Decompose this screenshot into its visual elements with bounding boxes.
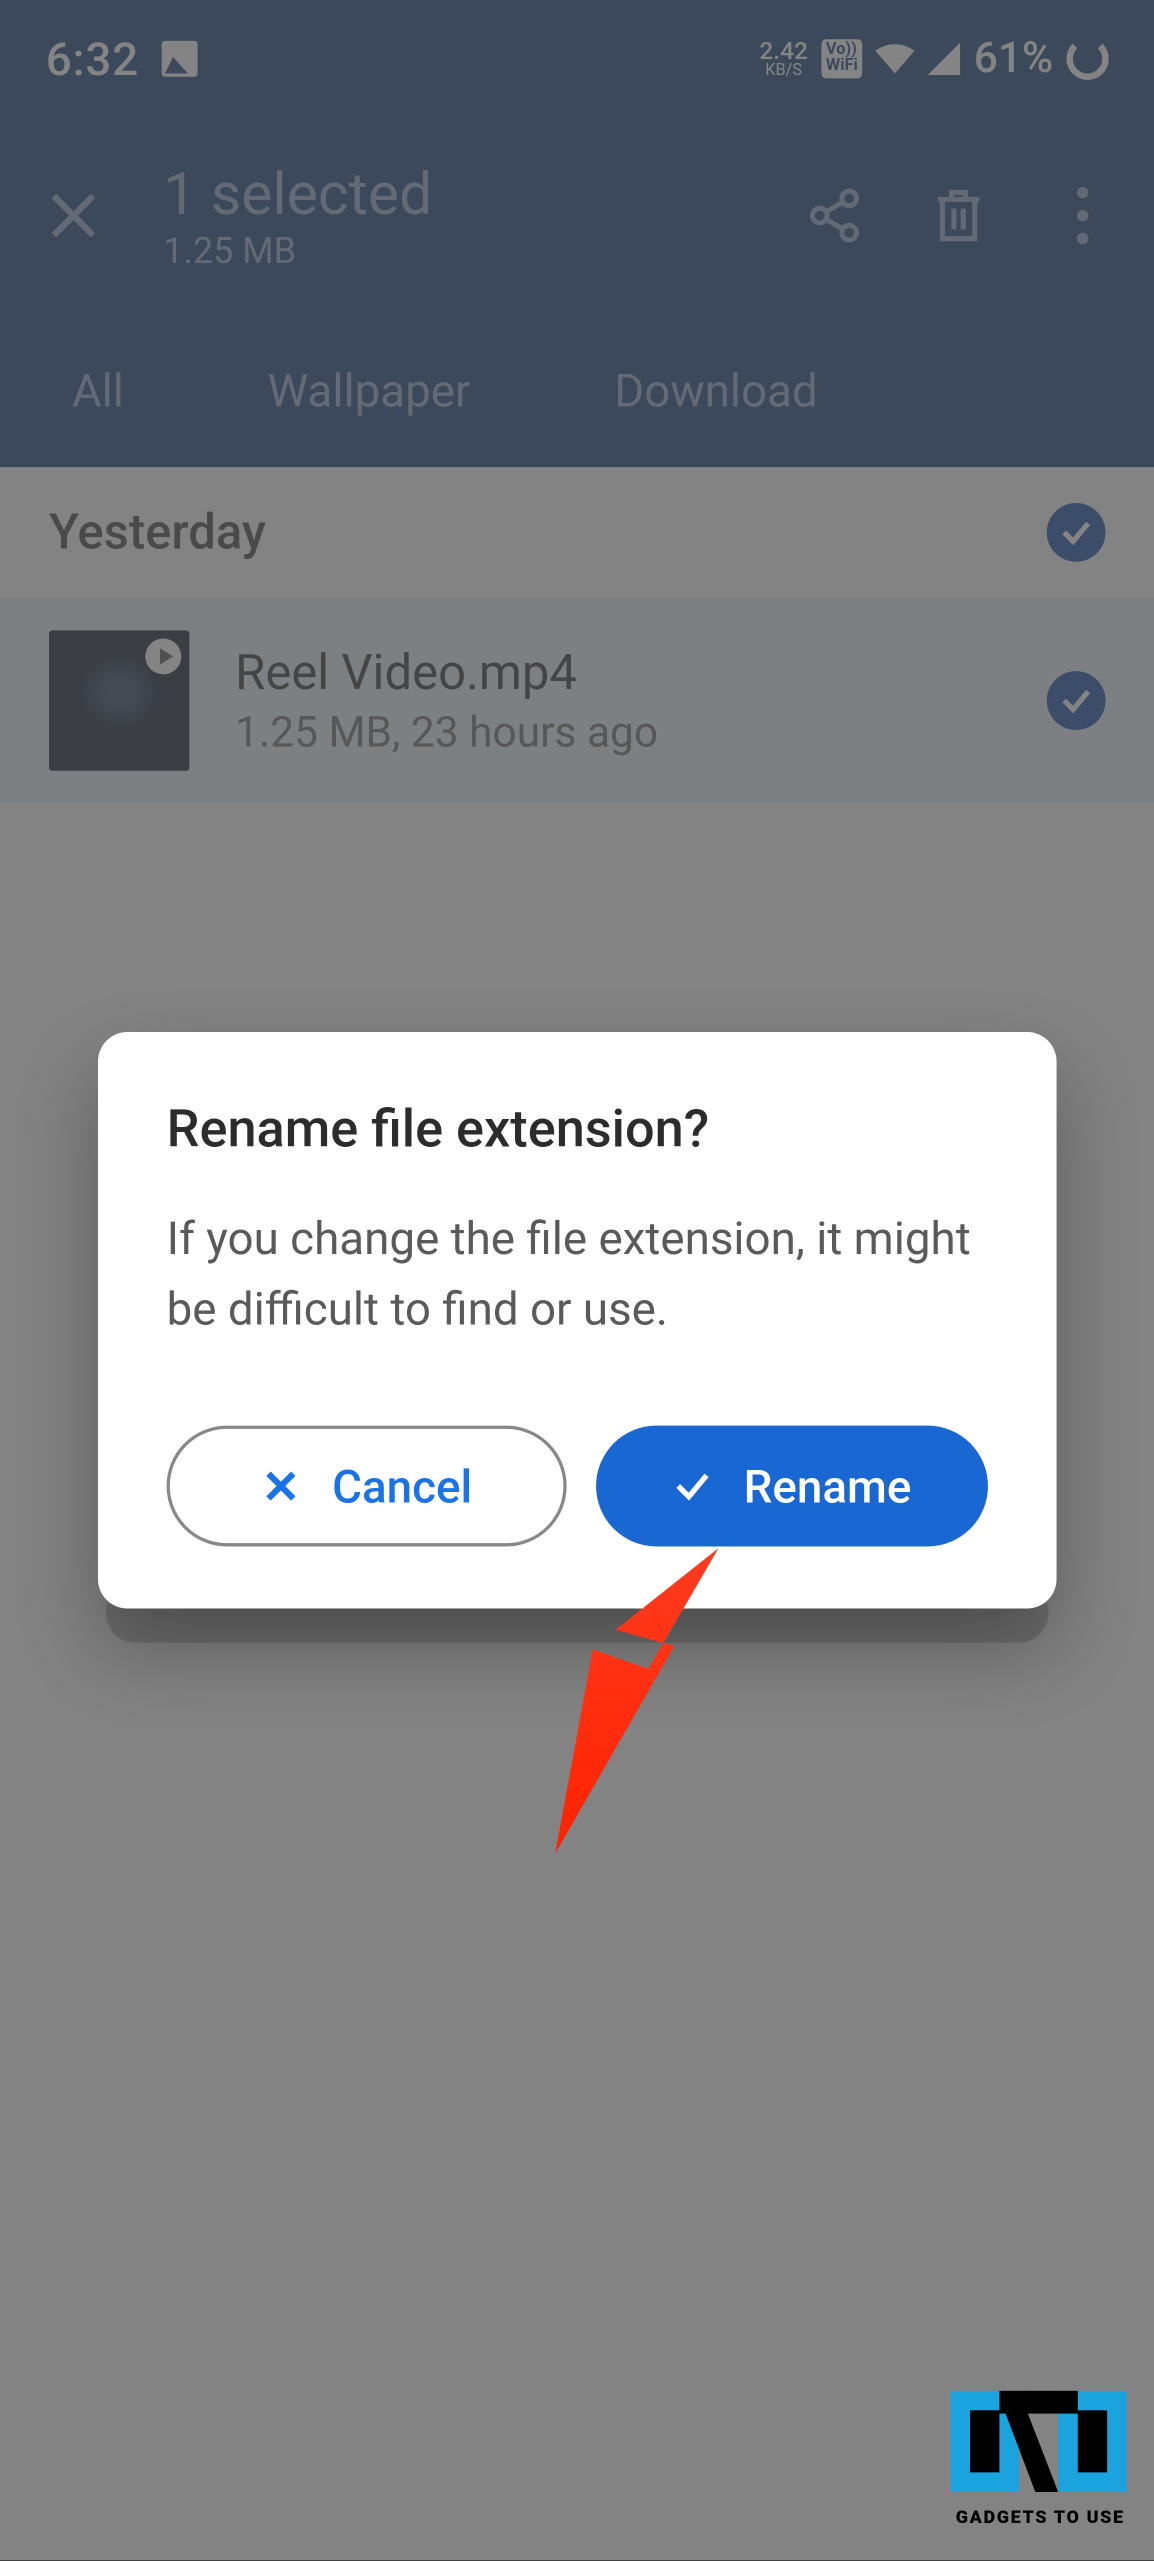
watermark: GADGETS TO USE [950, 2391, 1130, 2528]
annotation-arrow [531, 1535, 743, 1862]
cancel-label: Cancel [332, 1459, 472, 1513]
watermark-text: GADGETS TO USE [950, 2507, 1130, 2528]
dialog-title: Rename file extension? [167, 1097, 988, 1159]
x-icon [260, 1465, 302, 1507]
dialog-message: If you change the file extension, it mig… [167, 1205, 988, 1344]
check-icon [672, 1465, 714, 1507]
rename-button[interactable]: Rename [595, 1426, 988, 1547]
rename-confirmation-dialog: Rename file extension? If you change the… [98, 1032, 1057, 1609]
rename-label: Rename [744, 1459, 912, 1513]
phone-screen: 6:32 2.42 KB/S Vo))WiFi 61% 1 [0, 0, 1154, 2561]
cancel-button[interactable]: Cancel [167, 1426, 566, 1547]
